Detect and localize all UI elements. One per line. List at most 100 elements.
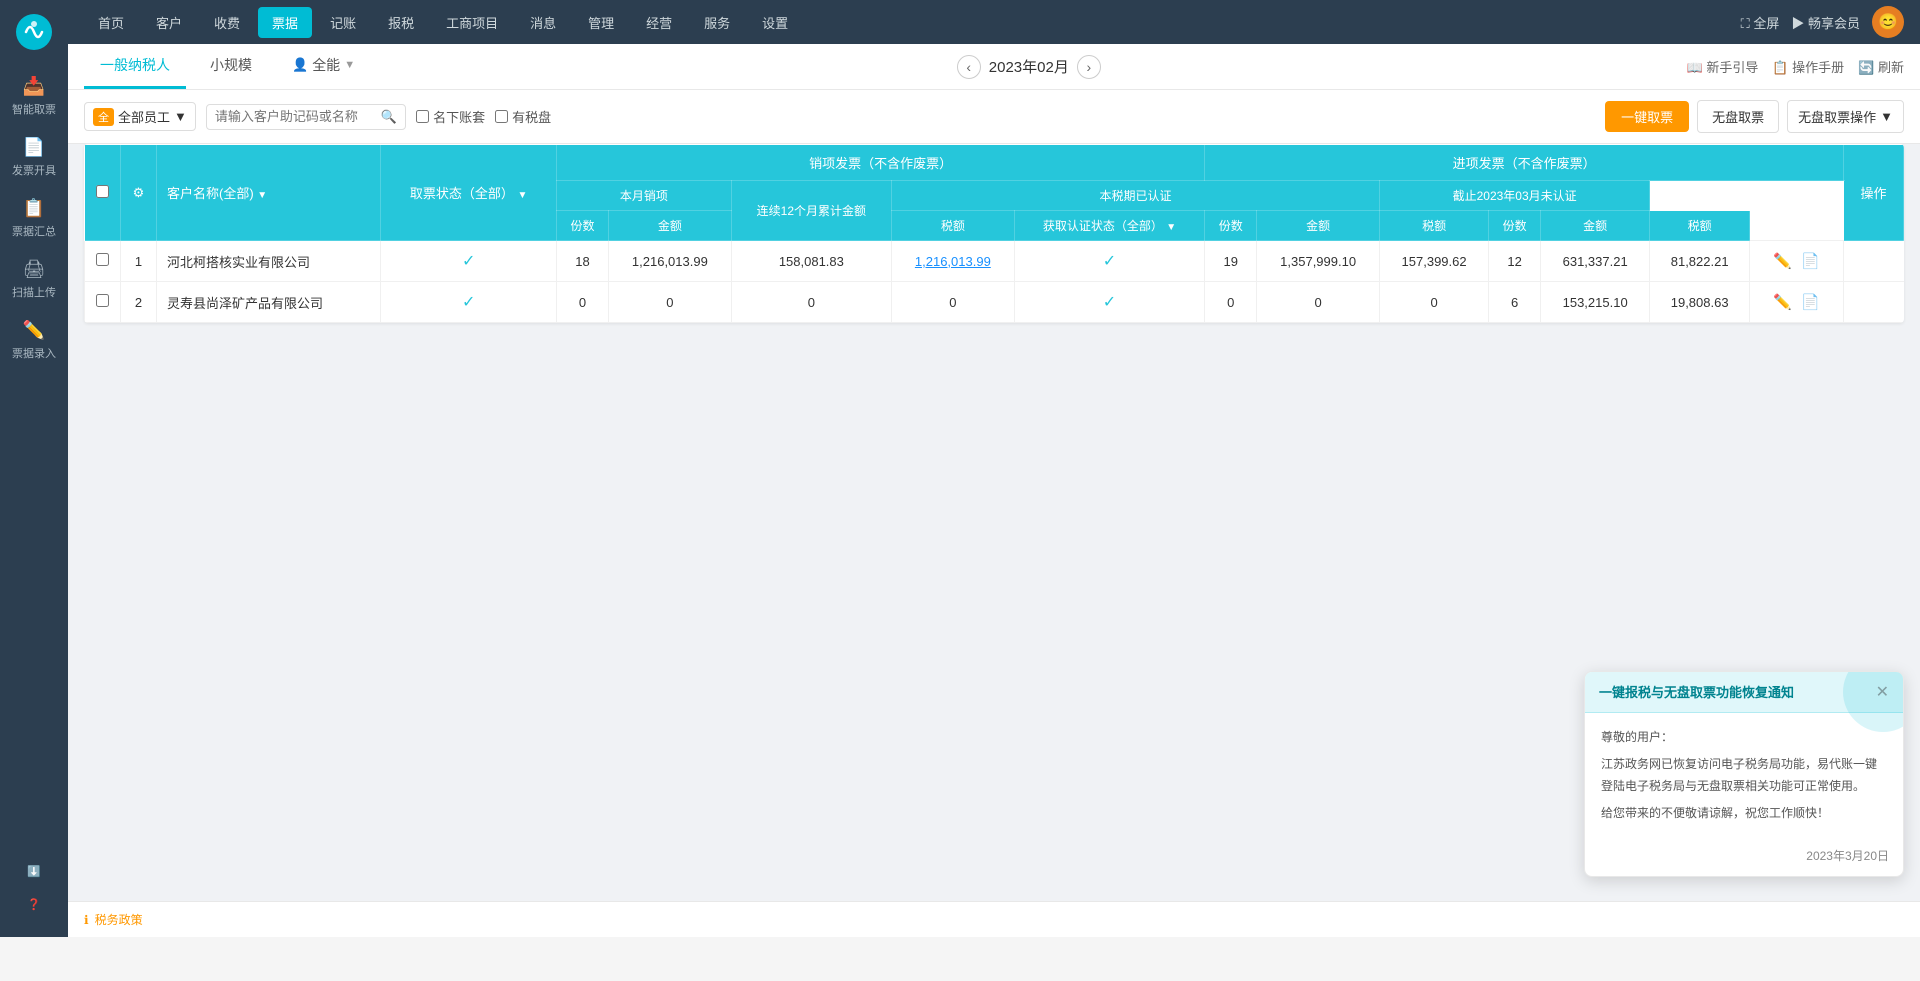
refresh-btn[interactable]: 🔄 刷新 (1858, 57, 1904, 76)
nav-customer[interactable]: 客户 (142, 7, 196, 38)
employee-dropdown-icon[interactable]: ▼ (174, 109, 187, 124)
popup-title: 一键报税与无盘取票功能恢复通知 (1599, 682, 1794, 701)
row-view-btn[interactable]: 📄 (1801, 294, 1820, 311)
sidebar-item-scan-upload[interactable]: 🖨 扫描上传 (0, 249, 68, 310)
fullscreen-btn[interactable]: ⛶ 全屏 (1741, 13, 1780, 32)
nav-settings[interactable]: 设置 (748, 7, 802, 38)
th-sales-count: 份数 (556, 211, 608, 241)
row-edit-btn[interactable]: ✏️ (1773, 253, 1792, 270)
guide-icon: 📖 (1687, 60, 1703, 75)
member-btn[interactable]: ▶ 畅享会员 (1791, 13, 1860, 32)
nav-operation[interactable]: 经营 (632, 7, 686, 38)
date-next-btn[interactable]: › (1077, 55, 1101, 79)
download-icon: ⬇️ (27, 865, 41, 878)
tab-small-scale[interactable]: 小规模 (194, 44, 268, 89)
cert-status-check-icon: ✓ (1103, 294, 1116, 311)
popup-close-btn[interactable]: ✕ (1876, 682, 1889, 702)
nav-manage[interactable]: 管理 (574, 7, 628, 38)
employee-label: 全部员工 (118, 107, 170, 126)
row-customer-name: 河北柯搭核实业有限公司 (157, 241, 381, 282)
row-sales-count: 18 (556, 241, 608, 282)
all-tab-icon: 👤 (292, 57, 308, 73)
notification-popup: 一键报税与无盘取票功能恢复通知 ✕ 尊敬的用户： 江苏政务网已恢复访问电子税务局… (1584, 671, 1904, 877)
row-purchase-cert-count: 0 (1205, 282, 1257, 323)
th-purchase-uncert: 截止2023年03月未认证 (1380, 181, 1650, 211)
sidebar-help[interactable]: ❓ (0, 888, 68, 921)
no-disk-fetch-btn[interactable]: 无盘取票 (1697, 100, 1779, 133)
customer-filter-icon[interactable]: ▼ (257, 190, 267, 201)
tab-all-dropdown-icon[interactable]: ▼ (344, 59, 355, 71)
row-sales-cumulative: 0 (891, 282, 1014, 323)
search-input[interactable] (215, 109, 375, 124)
topnav-right: ⛶ 全屏 ▶ 畅享会员 😊 (1741, 6, 1904, 38)
nav-receivables[interactable]: 收费 (200, 7, 254, 38)
row-check-input[interactable] (96, 253, 109, 266)
th-purchase-cert-amount: 金额 (1257, 211, 1380, 241)
tax-policy-link[interactable]: 税务政策 (95, 911, 143, 928)
select-all-checkbox[interactable] (96, 185, 109, 198)
row-checkbox[interactable] (85, 282, 121, 323)
th-purchase-uncert-tax: 税额 (1650, 211, 1750, 241)
sidebar-item-smart-fetch[interactable]: 📥 智能取票 (0, 66, 68, 127)
tab-general-taxpayer[interactable]: 一般纳税人 (84, 44, 186, 89)
avatar-icon: 😊 (1878, 12, 1898, 32)
th-sales-amount: 金额 (608, 211, 731, 241)
sidebar-item-invoice-summary[interactable]: 📋 票据汇总 (0, 188, 68, 249)
toolbar: 全 全部员工 ▼ 🔍 名下账套 有税盘 一键取票 无盘取票 无盘取票操作 ▼ (68, 90, 1920, 144)
nav-home[interactable]: 首页 (84, 7, 138, 38)
nav-service[interactable]: 服务 (690, 7, 744, 38)
top-navigation: 首页 客户 收费 票据 记账 报税 工商项目 消息 管理 经营 服务 设置 ⛶ … (68, 0, 1920, 44)
sidebar-item-data-entry[interactable]: ✏️ 票据录入 (0, 310, 68, 371)
invoice-open-icon: 📄 (23, 137, 45, 158)
user-avatar[interactable]: 😊 (1872, 6, 1904, 38)
popup-date: 2023年3月20日 (1806, 849, 1889, 863)
popup-footer: 2023年3月20日 (1585, 839, 1903, 876)
row-view-btn[interactable]: 📄 (1801, 253, 1820, 270)
row-purchase-cert-tax: 157,399.62 (1380, 241, 1489, 282)
cert-status-filter-icon[interactable]: ▼ (1166, 222, 1176, 233)
info-icon: ℹ (84, 913, 89, 927)
manual-btn[interactable]: 📋 操作手册 (1772, 57, 1844, 76)
fetch-status-check-icon: ✓ (462, 253, 475, 270)
no-disk-ops-btn[interactable]: 无盘取票操作 ▼ (1787, 100, 1904, 133)
row-purchase-cert-amount: 0 (1257, 282, 1380, 323)
row-check-input[interactable] (96, 294, 109, 307)
nav-invoice[interactable]: 票据 (258, 7, 312, 38)
new-guide-btn[interactable]: 📖 新手引导 (1687, 57, 1759, 76)
row-checkbox[interactable] (85, 241, 121, 282)
refresh-icon: 🔄 (1858, 60, 1874, 75)
nav-tax[interactable]: 报税 (374, 7, 428, 38)
settings-icon[interactable]: ⚙ (133, 185, 145, 200)
fetch-status-filter-icon[interactable]: ▼ (518, 190, 528, 201)
th-action: 操作 (1844, 145, 1904, 241)
search-wrap: 🔍 (206, 104, 406, 130)
th-purchase-cert-count: 份数 (1205, 211, 1257, 241)
th-monthly-sales: 本月销项 (556, 181, 731, 211)
popup-header: 一键报税与无盘取票功能恢复通知 ✕ (1585, 672, 1903, 713)
sidebar-download[interactable]: ⬇️ (0, 855, 68, 888)
smart-fetch-icon: 📥 (23, 76, 45, 97)
cumulative-link[interactable]: 1,216,013.99 (915, 254, 991, 269)
checkbox-download[interactable]: 名下账套 (416, 107, 485, 126)
th-group-purchase: 进项发票（不含作废票） (1205, 145, 1844, 181)
nav-industrial[interactable]: 工商项目 (432, 7, 512, 38)
row-sales-amount: 0 (608, 282, 731, 323)
row-purchase-uncert-amount: 153,215.10 (1541, 282, 1650, 323)
checkbox-download-input[interactable] (416, 110, 429, 123)
checkbox-tax[interactable]: 有税盘 (495, 107, 551, 126)
nav-bookkeeping[interactable]: 记账 (316, 7, 370, 38)
checkbox-tax-input[interactable] (495, 110, 508, 123)
row-edit-btn[interactable]: ✏️ (1773, 294, 1792, 311)
nav-message[interactable]: 消息 (516, 7, 570, 38)
row-fetch-status: ✓ (381, 282, 557, 323)
tab-all[interactable]: 👤 全能 ▼ (276, 44, 371, 89)
toolbar-right-buttons: 一键取票 无盘取票 无盘取票操作 ▼ (1605, 100, 1904, 133)
employee-select[interactable]: 全 全部员工 ▼ (84, 102, 196, 131)
search-icon[interactable]: 🔍 (381, 109, 397, 125)
sidebar-item-invoice-open[interactable]: 📄 发票开具 (0, 127, 68, 188)
th-purchase-certified: 本税期已认证 (891, 181, 1379, 211)
one-click-fetch-btn[interactable]: 一键取票 (1605, 101, 1689, 132)
app-logo[interactable] (10, 8, 58, 56)
row-sales-amount: 1,216,013.99 (608, 241, 731, 282)
date-prev-btn[interactable]: ‹ (957, 55, 981, 79)
